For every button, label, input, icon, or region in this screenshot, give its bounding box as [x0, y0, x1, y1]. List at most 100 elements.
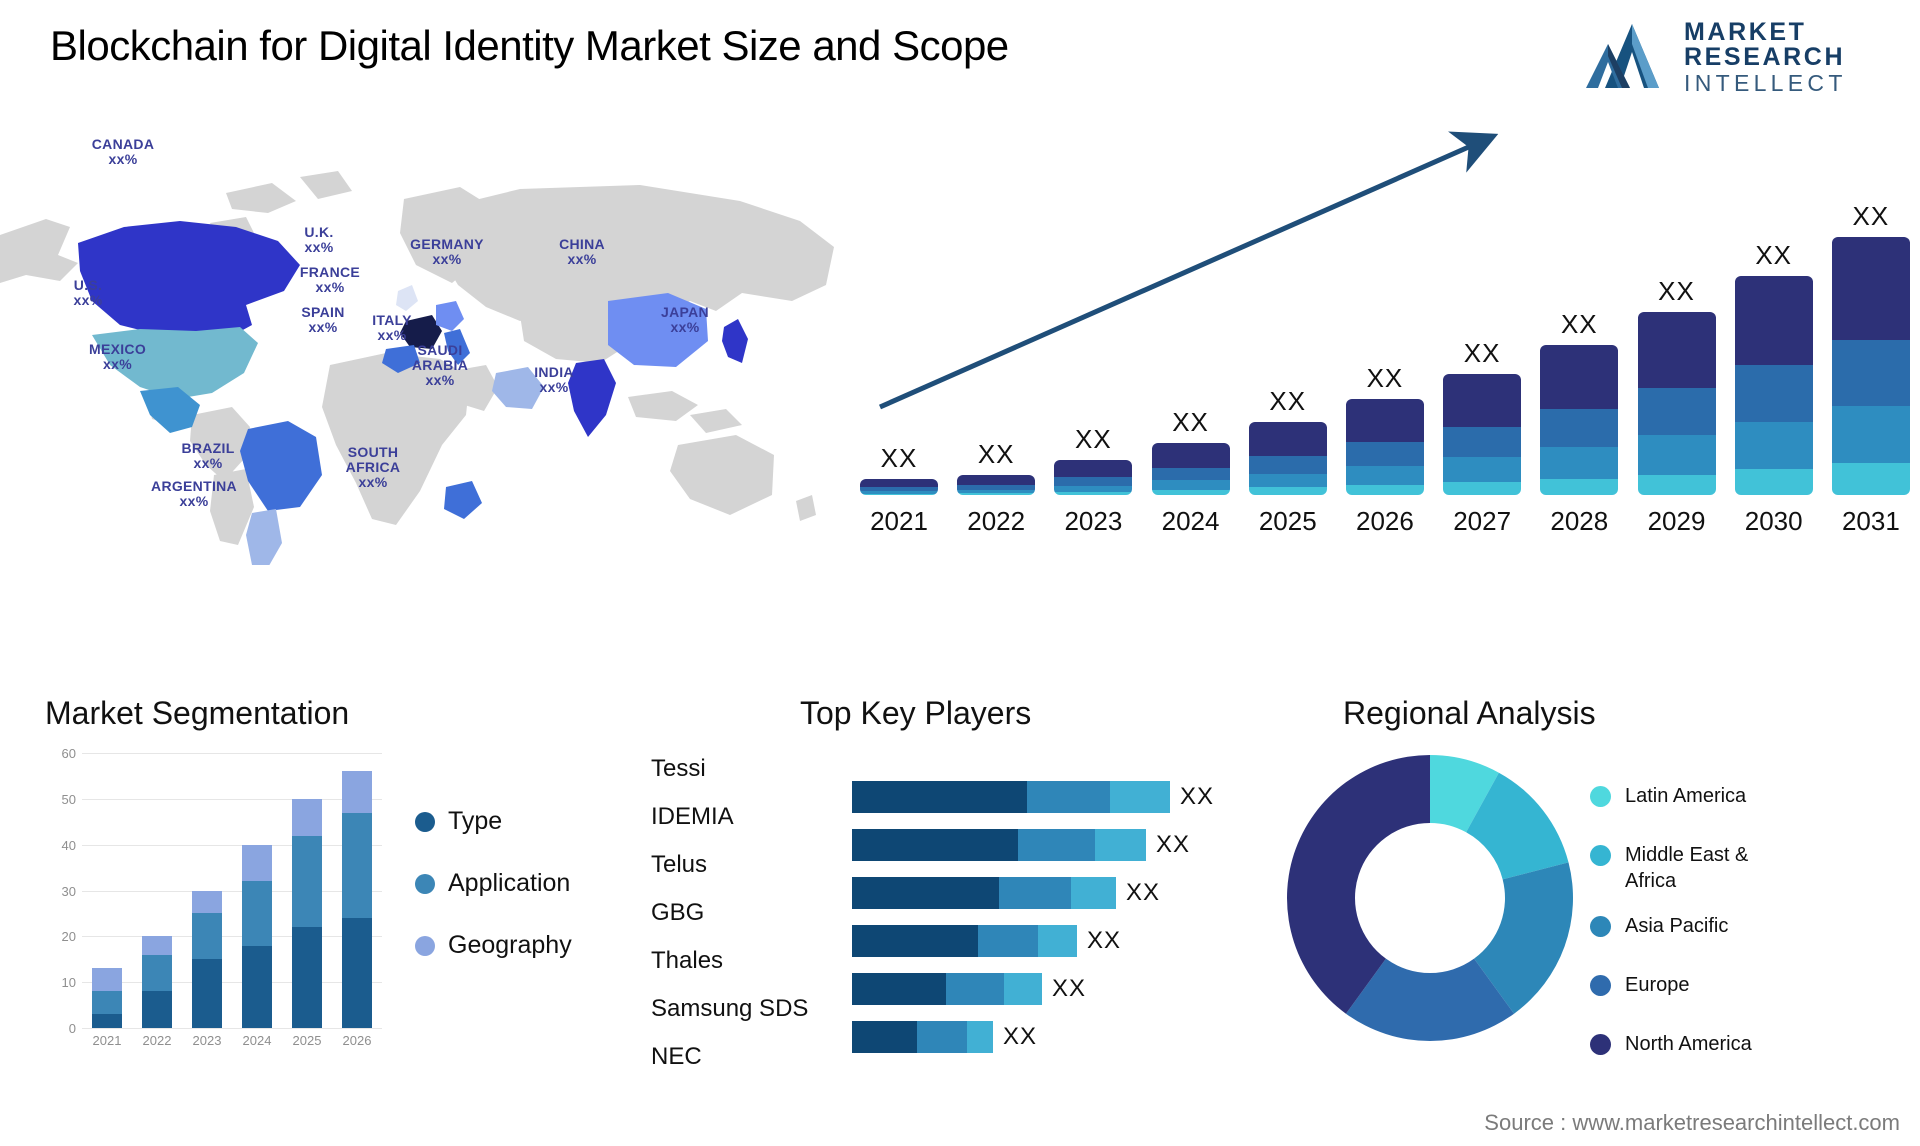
x-axis-tick-label: 2022	[142, 1033, 172, 1048]
map-label-value: xx%	[193, 455, 223, 471]
market-segmentation-title: Market Segmentation	[45, 695, 350, 731]
segmentation-bar-segment	[242, 881, 272, 946]
segmentation-bar-segment	[342, 918, 372, 1028]
map-label-south-africa: SOUTH AFRICA xx%	[337, 445, 409, 490]
forecast-bar-column: XX	[1831, 201, 1910, 495]
map-label-value: xx%	[103, 356, 132, 372]
y-axis-tick-label: 0	[68, 1021, 76, 1036]
page-header: Blockchain for Digital Identity Market S…	[0, 0, 1920, 120]
forecast-year-label: 2029	[1647, 506, 1706, 536]
regional-donut-chart	[1287, 755, 1573, 1041]
forecast-bar-segment	[1151, 442, 1230, 468]
forecast-year-label: 2027	[1453, 506, 1512, 536]
player-bar-segment	[1018, 829, 1095, 861]
forecast-bar-segment	[1345, 399, 1424, 443]
forecast-bar-segment	[1540, 478, 1619, 495]
forecast-bar-stack	[1637, 312, 1716, 495]
player-bar	[852, 925, 1077, 957]
map-label-name: SAUDI ARABIA	[411, 342, 469, 373]
player-bar-row: XX	[852, 1013, 1272, 1061]
forecast-year-label: 2030	[1744, 506, 1803, 536]
segmentation-bar-segment	[92, 1014, 122, 1028]
player-bar-segment	[852, 781, 1027, 813]
map-label-value: xx%	[315, 279, 345, 295]
forecast-bar-segment	[1248, 455, 1327, 474]
player-bar	[852, 781, 1170, 813]
segmentation-bar-column	[242, 844, 272, 1028]
forecast-bar-segment	[1831, 237, 1910, 340]
map-label-spain: SPAIN xx%	[288, 305, 358, 335]
regional-legend-label: Asia Pacific	[1625, 915, 1729, 937]
y-axis-tick-label: 50	[61, 791, 76, 807]
forecast-bar-column: XX	[1248, 386, 1327, 495]
player-bar	[852, 973, 1042, 1005]
legend-item-application: Application	[415, 869, 572, 898]
legend-item-type: Type	[415, 807, 572, 836]
segmentation-bar-column	[292, 798, 322, 1028]
player-name-label: Telus	[651, 851, 708, 878]
player-bar-segment	[852, 925, 978, 957]
regional-legend: Latin America Middle East & Africa Asia Pa…	[1590, 783, 1800, 1090]
x-axis-tick-label: 2025	[292, 1033, 322, 1048]
source-attribution: Source : www.marketresearchintellect.com	[1484, 1110, 1900, 1135]
forecast-bar-segment	[1540, 408, 1619, 448]
segmentation-bar-column	[92, 968, 122, 1028]
map-label-india: INDIA xx%	[520, 365, 588, 395]
legend-dot-icon	[1590, 845, 1611, 866]
forecast-bar-segment	[1054, 477, 1133, 486]
player-name-label: Samsung SDS	[651, 995, 809, 1022]
forecast-year-label: 2024	[1161, 506, 1220, 536]
forecast-bar-value: XX	[1269, 386, 1307, 417]
map-label-china: CHINA xx%	[548, 237, 616, 267]
forecast-bar-segment	[1443, 373, 1522, 427]
logo-wordmark: MARKET RESEARCH INTELLECT	[1684, 20, 1884, 97]
player-bar-value: XX	[1003, 1023, 1038, 1050]
map-label-france: FRANCE xx%	[288, 265, 372, 295]
forecast-bar-stack	[1443, 373, 1522, 495]
segmentation-bar-segment	[192, 959, 222, 1028]
forecast-bar-stack	[957, 474, 1036, 495]
legend-dot-icon	[415, 935, 435, 956]
forecast-bar-column: XX	[1151, 406, 1230, 495]
segmentation-bar-segment	[242, 844, 272, 882]
map-label-value: xx%	[425, 372, 455, 388]
forecast-bar-segment	[1831, 463, 1910, 495]
y-axis-tick-label: 30	[61, 883, 76, 899]
map-label-brazil: BRAZIL xx%	[168, 441, 248, 471]
forecast-bar-segment	[1637, 312, 1716, 389]
map-label-name: GERMANY	[410, 236, 484, 252]
market-segmentation-panel: Market Segmentation 0 10 20 30 40 50 60 2021 20…	[40, 695, 640, 1135]
map-label-canada: CANADA xx%	[78, 137, 168, 167]
regional-legend-item: Middle East & Africa	[1590, 842, 1800, 894]
segmentation-bar-segment	[292, 927, 322, 1028]
forecast-bar-column: XX	[1054, 424, 1133, 495]
segmentation-bar-segment	[142, 954, 172, 992]
segmentation-bar-segment	[192, 913, 222, 960]
map-label-name: CHINA	[559, 236, 605, 252]
segmentation-bar-segment	[92, 968, 122, 992]
forecast-bar-column: XX	[1637, 276, 1716, 495]
regional-analysis-panel: Regional Analysis Latin America Middle Ea…	[1285, 695, 1920, 1135]
forecast-year-label: 2025	[1258, 506, 1317, 536]
x-axis-tick-label: 2026	[342, 1033, 372, 1048]
forecast-bar-segment	[957, 493, 1036, 495]
forecast-bar-value: XX	[1172, 406, 1209, 437]
forecast-bar-stack	[1345, 399, 1424, 495]
map-label-us: U.S. xx%	[58, 278, 118, 308]
forecast-bar-stack	[1151, 442, 1230, 495]
map-label-argentina: ARGENTINA xx%	[140, 479, 248, 509]
forecast-bar-segment	[1734, 421, 1813, 470]
map-label-value: xx%	[358, 474, 388, 490]
segmentation-bar-segment	[292, 835, 322, 928]
segmentation-legend: Type Application Geography	[415, 807, 572, 993]
y-axis-tick-label: 40	[61, 837, 76, 853]
map-label-name: MEXICO	[88, 341, 147, 357]
segmentation-bar-segment	[142, 936, 172, 955]
forecast-bar-segment	[957, 474, 1036, 485]
legend-label: Geography	[448, 931, 572, 959]
forecast-bar-value: XX	[1852, 201, 1890, 231]
map-label-value: xx%	[567, 251, 597, 267]
player-bar-value: XX	[1052, 975, 1087, 1002]
y-axis-tick-label: 10	[61, 975, 76, 991]
player-bar-list: XX XX XX XX XX XX	[852, 773, 1272, 1061]
